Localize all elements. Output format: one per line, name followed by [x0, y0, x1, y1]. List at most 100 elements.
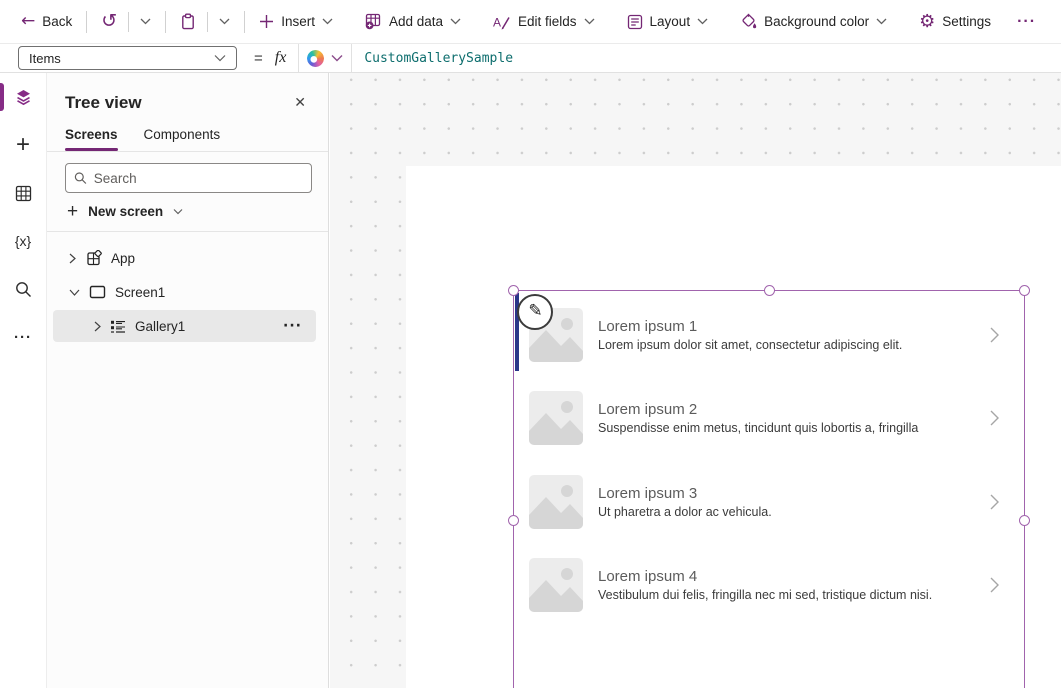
chevron-right-icon[interactable] — [990, 410, 999, 426]
undo-menu-button[interactable] — [131, 6, 160, 38]
resize-handle-e[interactable] — [1019, 515, 1030, 526]
gallery-icon — [110, 319, 126, 334]
panel-tabs: Screens Components — [47, 113, 328, 152]
layout-button[interactable]: Layout — [618, 6, 718, 38]
chevron-down-icon — [322, 18, 333, 25]
chevron-right-icon[interactable] — [990, 327, 999, 343]
resize-handle-w[interactable] — [508, 515, 519, 526]
top-toolbar: ← Back ↺ Insert Add data A Edit fields L… — [0, 0, 1061, 44]
app-icon — [85, 249, 102, 267]
rail-tree-view-button[interactable] — [0, 73, 47, 121]
image-placeholder — [529, 474, 583, 529]
gallery-item-row[interactable]: Lorem ipsum 3 Ut pharetra a dolor ac veh… — [515, 460, 1023, 544]
more-icon: ··· — [1017, 12, 1037, 30]
back-label: Back — [42, 14, 73, 29]
resize-handle-n[interactable] — [764, 285, 775, 296]
chevron-right-icon[interactable] — [94, 321, 101, 332]
gallery-item-subtitle: Lorem ipsum dolor sit amet, consectetur … — [598, 337, 903, 352]
insert-label: Insert — [281, 14, 315, 29]
toolbar-overflow-button[interactable]: ··· — [1008, 6, 1045, 38]
edit-fields-button[interactable]: A Edit fields — [484, 6, 604, 38]
gallery-item-subtitle: Ut pharetra a dolor ac vehicula. — [598, 504, 772, 519]
toolbar-divider — [244, 10, 246, 33]
chevron-down-icon — [331, 55, 343, 62]
resize-handle-nw[interactable] — [508, 285, 519, 296]
chevron-right-icon[interactable] — [69, 253, 76, 264]
property-selector[interactable]: Items — [18, 46, 237, 70]
paste-button[interactable] — [171, 6, 205, 38]
tab-components[interactable]: Components — [144, 127, 221, 151]
gallery-edit-button[interactable]: ✎ — [517, 294, 553, 330]
back-button[interactable]: ← Back — [12, 6, 81, 38]
chevron-right-icon[interactable] — [990, 494, 999, 510]
background-color-button[interactable]: Background color — [731, 6, 896, 38]
edit-fields-label: Edit fields — [518, 14, 577, 29]
clipboard-icon — [180, 13, 196, 30]
paint-bucket-icon — [740, 13, 757, 30]
undo-button[interactable]: ↺ — [92, 6, 126, 38]
rail-data-button[interactable] — [0, 169, 47, 217]
add-data-label: Add data — [388, 14, 443, 29]
split-divider — [128, 11, 130, 32]
chevron-down-icon — [450, 18, 461, 25]
gear-icon: ⚙ — [919, 10, 936, 32]
tree-item-app[interactable]: App — [53, 242, 316, 274]
tree-search-box[interactable] — [65, 163, 312, 193]
app-screen[interactable]: Lorem ipsum 1 Lorem ipsum dolor sit amet… — [406, 166, 1061, 688]
tab-screens[interactable]: Screens — [65, 127, 118, 151]
chevron-down-icon — [584, 18, 594, 25]
image-placeholder — [529, 391, 583, 446]
tree-item-screen1[interactable]: Screen1 — [53, 276, 316, 308]
settings-button[interactable]: ⚙ Settings — [910, 6, 1000, 38]
formula-bar: Items = fx CustomGallerySample — [0, 44, 1061, 73]
gallery-item-row[interactable]: Lorem ipsum 2 Suspendisse enim metus, ti… — [515, 377, 1023, 461]
chevron-down-icon[interactable] — [69, 289, 80, 296]
variables-icon: {x} — [14, 233, 32, 249]
chevron-down-icon — [140, 18, 151, 25]
paste-menu-button[interactable] — [210, 6, 239, 38]
formula-input[interactable]: CustomGallerySample — [351, 44, 525, 72]
layout-label: Layout — [649, 14, 691, 29]
image-placeholder — [529, 558, 583, 613]
rail-search-button[interactable] — [0, 265, 47, 313]
item-more-icon[interactable]: ··· — [283, 318, 302, 334]
rail-variables-button[interactable]: {x} — [0, 217, 47, 265]
resize-handle-ne[interactable] — [1019, 285, 1030, 296]
rail-insert-button[interactable]: + — [0, 121, 47, 169]
new-screen-button[interactable]: + New screen — [47, 193, 328, 232]
tree-view-panel: Tree view ✕ Screens Components + New scr… — [47, 73, 329, 688]
gallery-item-text: Lorem ipsum 2 Suspendisse enim metus, ti… — [598, 401, 918, 435]
add-data-icon — [365, 13, 382, 30]
plus-icon: + — [15, 131, 30, 158]
tree-view-icon — [16, 89, 30, 105]
screen-icon — [89, 285, 106, 299]
insert-button[interactable]: Insert — [250, 6, 342, 38]
chevron-down-icon — [697, 18, 708, 25]
canvas-area[interactable]: Lorem ipsum 1 Lorem ipsum dolor sit amet… — [330, 73, 1061, 688]
close-icon[interactable]: ✕ — [290, 93, 310, 113]
layout-icon — [627, 14, 643, 30]
add-data-button[interactable]: Add data — [356, 6, 470, 38]
search-icon — [74, 172, 87, 184]
gallery-item-subtitle: Suspendisse enim metus, tincidunt quis l… — [598, 421, 919, 436]
new-screen-label: New screen — [88, 204, 164, 219]
gallery-item-text: Lorem ipsum 1 Lorem ipsum dolor sit amet… — [598, 318, 902, 352]
tree-search-input[interactable] — [93, 170, 303, 186]
copilot-icon — [307, 49, 325, 67]
fx-symbol: fx — [274, 49, 287, 66]
more-icon: ··· — [14, 328, 32, 346]
settings-label: Settings — [942, 14, 992, 29]
toolbar-divider — [86, 10, 88, 33]
tree-list: App Screen1 Gallery1 ··· — [47, 232, 328, 342]
back-arrow-icon: ← — [21, 11, 36, 31]
gallery-control[interactable]: Lorem ipsum 1 Lorem ipsum dolor sit amet… — [508, 285, 1030, 688]
chevron-down-icon — [876, 18, 887, 25]
gallery-item-row[interactable]: Lorem ipsum 1 Lorem ipsum dolor sit amet… — [515, 293, 1023, 377]
rail-more-button[interactable]: ··· — [0, 313, 47, 361]
data-table-icon — [15, 185, 31, 201]
copilot-button[interactable] — [298, 44, 351, 72]
gallery-item-row[interactable]: Lorem ipsum 4 Vestibulum dui felis, frin… — [515, 544, 1023, 628]
gallery-item-title: Lorem ipsum 1 — [598, 317, 698, 335]
tree-item-gallery1[interactable]: Gallery1 ··· — [53, 310, 316, 342]
chevron-right-icon[interactable] — [990, 577, 999, 593]
